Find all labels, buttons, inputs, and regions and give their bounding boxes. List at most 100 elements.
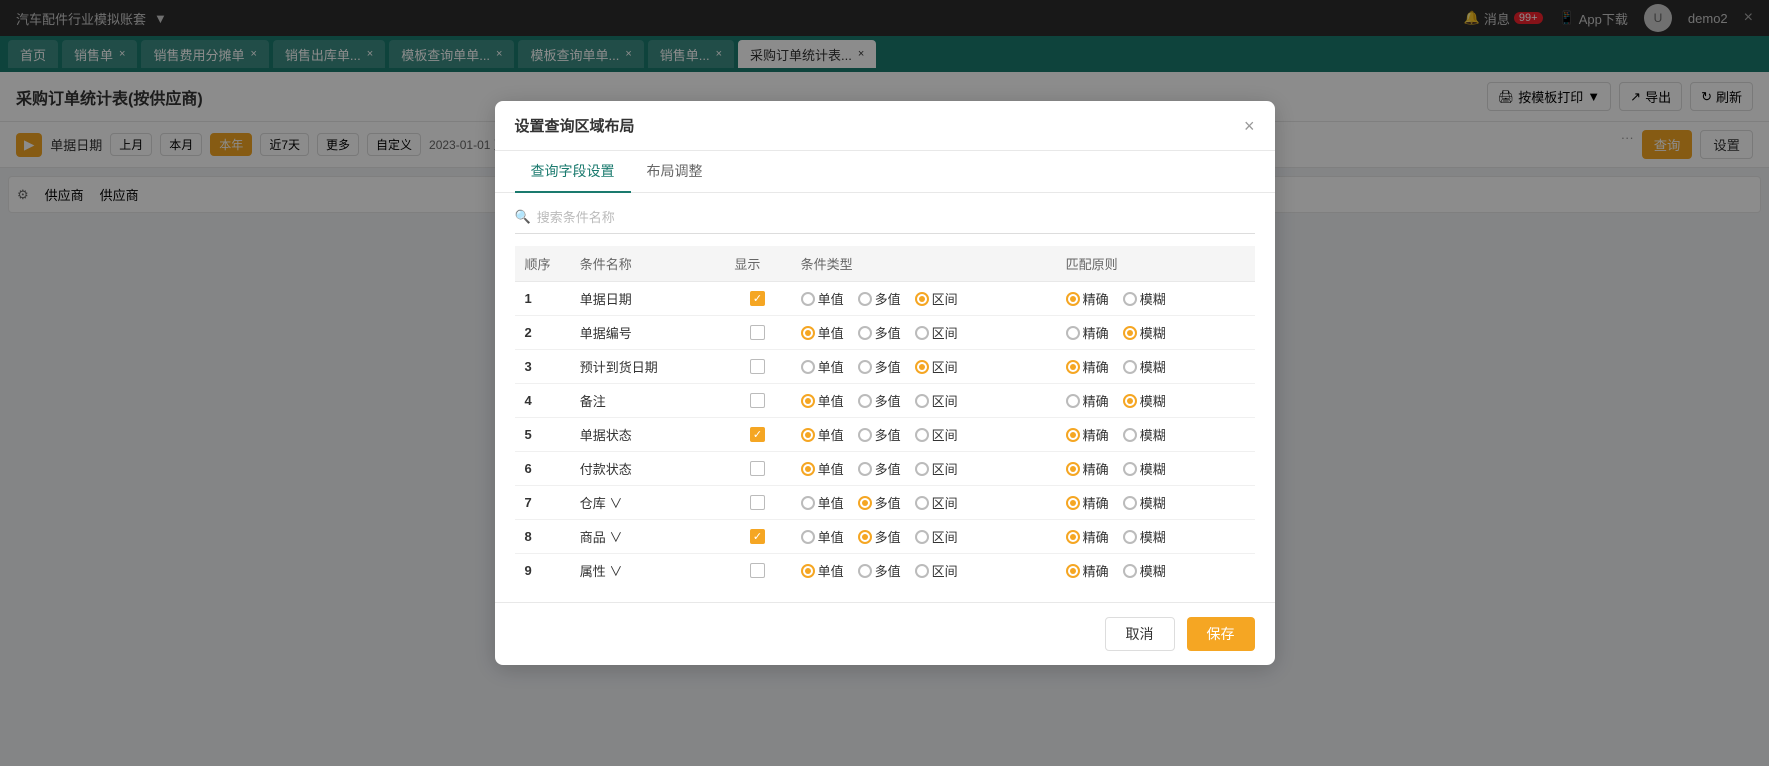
radio-exact[interactable]: 精确 <box>1066 425 1109 444</box>
cell-name: 商品 ∨ <box>570 520 725 554</box>
radio-fuzzy[interactable]: 模糊 <box>1123 391 1166 410</box>
cell-show[interactable] <box>724 486 790 520</box>
th-show: 显示 <box>724 246 790 282</box>
modal-close-button[interactable]: × <box>1244 117 1255 135</box>
modal-search-area: 🔍 <box>515 209 1255 234</box>
radio-range[interactable]: 区间 <box>915 323 958 342</box>
radio-exact[interactable]: 精确 <box>1066 459 1109 478</box>
radio-exact[interactable]: 精确 <box>1066 323 1109 342</box>
radio-single[interactable]: 单值 <box>801 527 844 546</box>
cell-show[interactable] <box>724 384 790 418</box>
search-input[interactable] <box>537 210 1255 225</box>
radio-fuzzy[interactable]: 模糊 <box>1123 323 1166 342</box>
radio-single[interactable]: 单值 <box>801 289 844 308</box>
radio-multi[interactable]: 多值 <box>858 527 901 546</box>
radio-single[interactable]: 单值 <box>801 493 844 512</box>
radio-single[interactable]: 单值 <box>801 561 844 580</box>
radio-multi[interactable]: 多值 <box>858 493 901 512</box>
radio-fuzzy[interactable]: 模糊 <box>1123 289 1166 308</box>
radio-exact[interactable]: 精确 <box>1066 493 1109 512</box>
radio-fuzzy[interactable]: 模糊 <box>1123 527 1166 546</box>
cell-type: 单值多值区间 <box>791 282 1056 316</box>
radio-fuzzy[interactable]: 模糊 <box>1123 357 1166 376</box>
radio-fuzzy[interactable]: 模糊 <box>1123 561 1166 580</box>
th-order: 顺序 <box>515 246 570 282</box>
cell-show[interactable] <box>724 452 790 486</box>
show-checkbox[interactable] <box>750 291 765 306</box>
radio-range[interactable]: 区间 <box>915 493 958 512</box>
radio-circle-multi <box>858 564 872 578</box>
radio-range[interactable]: 区间 <box>915 527 958 546</box>
radio-exact[interactable]: 精确 <box>1066 561 1109 580</box>
modal-body: 🔍 顺序 条件名称 显示 条件类型 匹配原则 <box>495 193 1275 602</box>
show-checkbox[interactable] <box>750 325 765 340</box>
radio-circle-exact <box>1066 360 1080 374</box>
radio-circle-multi <box>858 462 872 476</box>
radio-circle-exact <box>1066 496 1080 510</box>
radio-multi[interactable]: 多值 <box>858 425 901 444</box>
show-checkbox[interactable] <box>750 461 765 476</box>
radio-fuzzy[interactable]: 模糊 <box>1123 425 1166 444</box>
radio-circle-multi <box>858 496 872 510</box>
cell-match: 精确模糊 <box>1056 350 1255 384</box>
radio-single[interactable]: 单值 <box>801 357 844 376</box>
save-button[interactable]: 保存 <box>1187 617 1255 651</box>
show-checkbox[interactable] <box>750 393 765 408</box>
cell-show[interactable] <box>724 520 790 554</box>
show-checkbox[interactable] <box>750 529 765 544</box>
radio-multi[interactable]: 多值 <box>858 289 901 308</box>
cancel-button[interactable]: 取消 <box>1105 617 1175 651</box>
radio-multi[interactable]: 多值 <box>858 561 901 580</box>
radio-exact[interactable]: 精确 <box>1066 527 1109 546</box>
radio-exact[interactable]: 精确 <box>1066 289 1109 308</box>
cell-match: 精确模糊 <box>1056 554 1255 587</box>
table-row: 7仓库 ∨单值多值区间精确模糊 <box>515 486 1255 520</box>
radio-range[interactable]: 区间 <box>915 391 958 410</box>
modal-tab-layout[interactable]: 布局调整 <box>631 151 719 193</box>
cell-type: 单值多值区间 <box>791 520 1056 554</box>
radio-single[interactable]: 单值 <box>801 323 844 342</box>
cell-order: 2 <box>515 316 570 350</box>
radio-circle-fuzzy <box>1123 564 1137 578</box>
radio-exact[interactable]: 精确 <box>1066 357 1109 376</box>
radio-range[interactable]: 区间 <box>915 289 958 308</box>
radio-circle-range <box>915 394 929 408</box>
radio-range[interactable]: 区间 <box>915 561 958 580</box>
radio-fuzzy[interactable]: 模糊 <box>1123 459 1166 478</box>
show-checkbox[interactable] <box>750 427 765 442</box>
radio-circle-exact <box>1066 428 1080 442</box>
radio-circle-single <box>801 530 815 544</box>
cell-show[interactable] <box>724 554 790 587</box>
radio-multi[interactable]: 多值 <box>858 391 901 410</box>
radio-multi[interactable]: 多值 <box>858 459 901 478</box>
radio-multi[interactable]: 多值 <box>858 357 901 376</box>
cell-match: 精确模糊 <box>1056 282 1255 316</box>
radio-single[interactable]: 单值 <box>801 425 844 444</box>
radio-circle-exact <box>1066 564 1080 578</box>
cell-show[interactable] <box>724 350 790 384</box>
radio-circle-fuzzy <box>1123 496 1137 510</box>
radio-range[interactable]: 区间 <box>915 459 958 478</box>
cell-show[interactable] <box>724 282 790 316</box>
radio-circle-single <box>801 496 815 510</box>
th-match: 匹配原则 <box>1056 246 1255 282</box>
radio-circle-single <box>801 360 815 374</box>
radio-fuzzy[interactable]: 模糊 <box>1123 493 1166 512</box>
radio-range[interactable]: 区间 <box>915 357 958 376</box>
modal-tab-query[interactable]: 查询字段设置 <box>515 151 631 193</box>
cell-match: 精确模糊 <box>1056 418 1255 452</box>
show-checkbox[interactable] <box>750 359 765 374</box>
radio-multi[interactable]: 多值 <box>858 323 901 342</box>
radio-circle-range <box>915 428 929 442</box>
show-checkbox[interactable] <box>750 495 765 510</box>
radio-single[interactable]: 单值 <box>801 391 844 410</box>
cell-match: 精确模糊 <box>1056 384 1255 418</box>
radio-single[interactable]: 单值 <box>801 459 844 478</box>
cell-show[interactable] <box>724 316 790 350</box>
radio-exact[interactable]: 精确 <box>1066 391 1109 410</box>
cell-name: 仓库 ∨ <box>570 486 725 520</box>
show-checkbox[interactable] <box>750 563 765 578</box>
modal-header: 设置查询区域布局 × <box>495 101 1275 151</box>
radio-range[interactable]: 区间 <box>915 425 958 444</box>
cell-show[interactable] <box>724 418 790 452</box>
